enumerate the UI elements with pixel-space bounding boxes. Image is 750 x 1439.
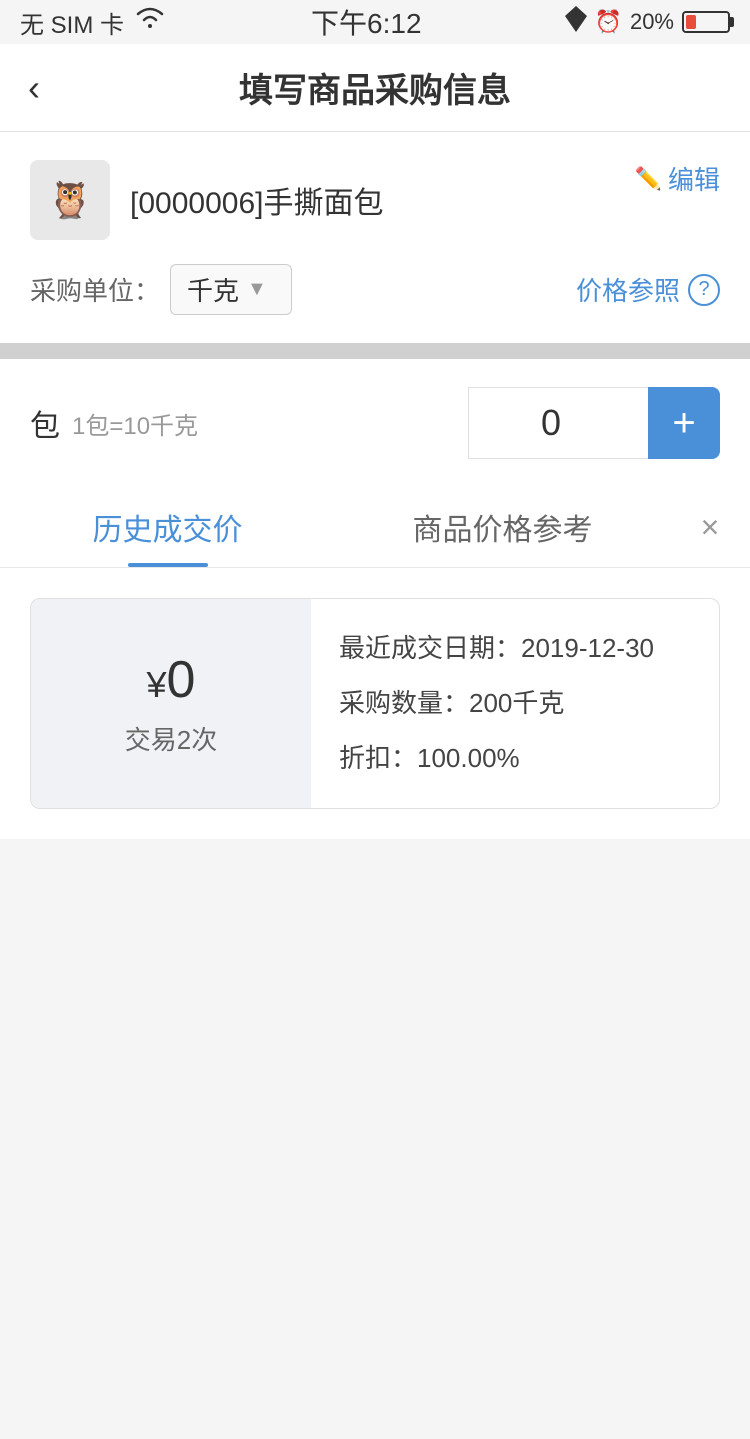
unit-select[interactable]: 千克 ▼	[170, 264, 292, 315]
sim-status: 无 SIM 卡	[20, 5, 124, 40]
quantity-row: 包 1包=10千克 +	[0, 359, 750, 487]
history-price-section: ¥0 交易2次	[31, 599, 311, 808]
tab-content: ¥0 交易2次 最近成交日期：2019-12-30 采购数量：200千克 折扣：…	[0, 568, 750, 839]
status-right: ⏰ 20%	[565, 6, 730, 38]
history-card: ¥0 交易2次 最近成交日期：2019-12-30 采购数量：200千克 折扣：…	[30, 598, 720, 809]
back-button[interactable]: ‹	[28, 67, 40, 109]
tab-price-ref-label: 商品价格参考	[413, 505, 593, 549]
page-title: 填写商品采购信息	[239, 63, 511, 112]
tab-active-indicator	[128, 563, 208, 567]
trade-count: 交易2次	[125, 720, 217, 757]
purchase-qty-label: 采购数量：	[339, 688, 469, 718]
edit-button[interactable]: ✏️ 编辑	[635, 160, 720, 197]
purchase-qty-value: 200千克	[469, 688, 564, 718]
status-time: 下午6:12	[311, 2, 422, 42]
nav-bar: ‹ 填写商品采购信息	[0, 44, 750, 132]
recent-date-value: 2019-12-30	[521, 633, 654, 663]
battery-percent: 20%	[630, 9, 674, 35]
alarm-icon: ⏰	[595, 9, 622, 35]
quantity-unit: 包	[30, 401, 60, 445]
product-info: 🦉 [0000006]手撕面包	[30, 160, 383, 240]
price-ref-label: 价格参照	[576, 271, 680, 308]
tab-price-reference[interactable]: 商品价格参考	[335, 487, 670, 567]
product-image-placeholder: 🦉	[48, 179, 93, 221]
price-value: 0	[167, 651, 196, 709]
status-bar: 无 SIM 卡 下午6:12 ⏰ 20%	[0, 0, 750, 44]
discount-row: 折扣：100.00%	[339, 739, 691, 778]
tab-history-price[interactable]: 历史成交价	[0, 487, 335, 567]
tab-close-button[interactable]: ×	[670, 487, 750, 567]
quantity-input-wrapper: +	[468, 387, 720, 459]
unit-dropdown-arrow: ▼	[247, 278, 267, 301]
edit-label: 编辑	[668, 160, 720, 197]
product-name: [0000006]手撕面包	[130, 178, 383, 222]
location-icon	[565, 6, 587, 38]
quantity-conversion: 1包=10千克	[72, 406, 198, 441]
quantity-left: 包 1包=10千克	[30, 401, 198, 445]
quantity-plus-button[interactable]: +	[648, 387, 720, 459]
purchase-qty-row: 采购数量：200千克	[339, 684, 691, 723]
discount-label: 折扣：	[339, 743, 417, 773]
status-left: 无 SIM 卡	[20, 5, 168, 40]
product-card: 🦉 [0000006]手撕面包 ✏️ 编辑 采购单位： 千克 ▼ 价格参照 ?	[0, 132, 750, 343]
wifi-icon	[132, 6, 168, 39]
unit-row-left: 采购单位： 千克 ▼	[30, 264, 292, 315]
recent-date-row: 最近成交日期：2019-12-30	[339, 629, 691, 668]
unit-value: 千克	[187, 271, 239, 308]
section-divider	[0, 343, 750, 359]
unit-label: 采购单位：	[30, 271, 160, 308]
history-details-section: 最近成交日期：2019-12-30 采购数量：200千克 折扣：100.00%	[311, 599, 719, 808]
history-price-display: ¥0	[147, 650, 196, 710]
quantity-input[interactable]	[468, 387, 648, 459]
price-ref-help-icon: ?	[688, 274, 720, 306]
recent-date-label: 最近成交日期：	[339, 633, 521, 663]
tab-history-label: 历史成交价	[93, 505, 243, 549]
product-thumbnail: 🦉	[30, 160, 110, 240]
price-ref-button[interactable]: 价格参照 ?	[576, 271, 720, 308]
edit-icon: ✏️	[635, 166, 662, 192]
currency-symbol: ¥	[147, 664, 167, 705]
discount-value: 100.00%	[417, 743, 520, 773]
tabs-container: 历史成交价 商品价格参考 × ¥0 交易2次 最近成交日期：2019-12-30…	[0, 487, 750, 839]
tabs-header: 历史成交价 商品价格参考 ×	[0, 487, 750, 568]
main-background	[0, 839, 750, 1439]
battery-icon	[682, 11, 730, 33]
